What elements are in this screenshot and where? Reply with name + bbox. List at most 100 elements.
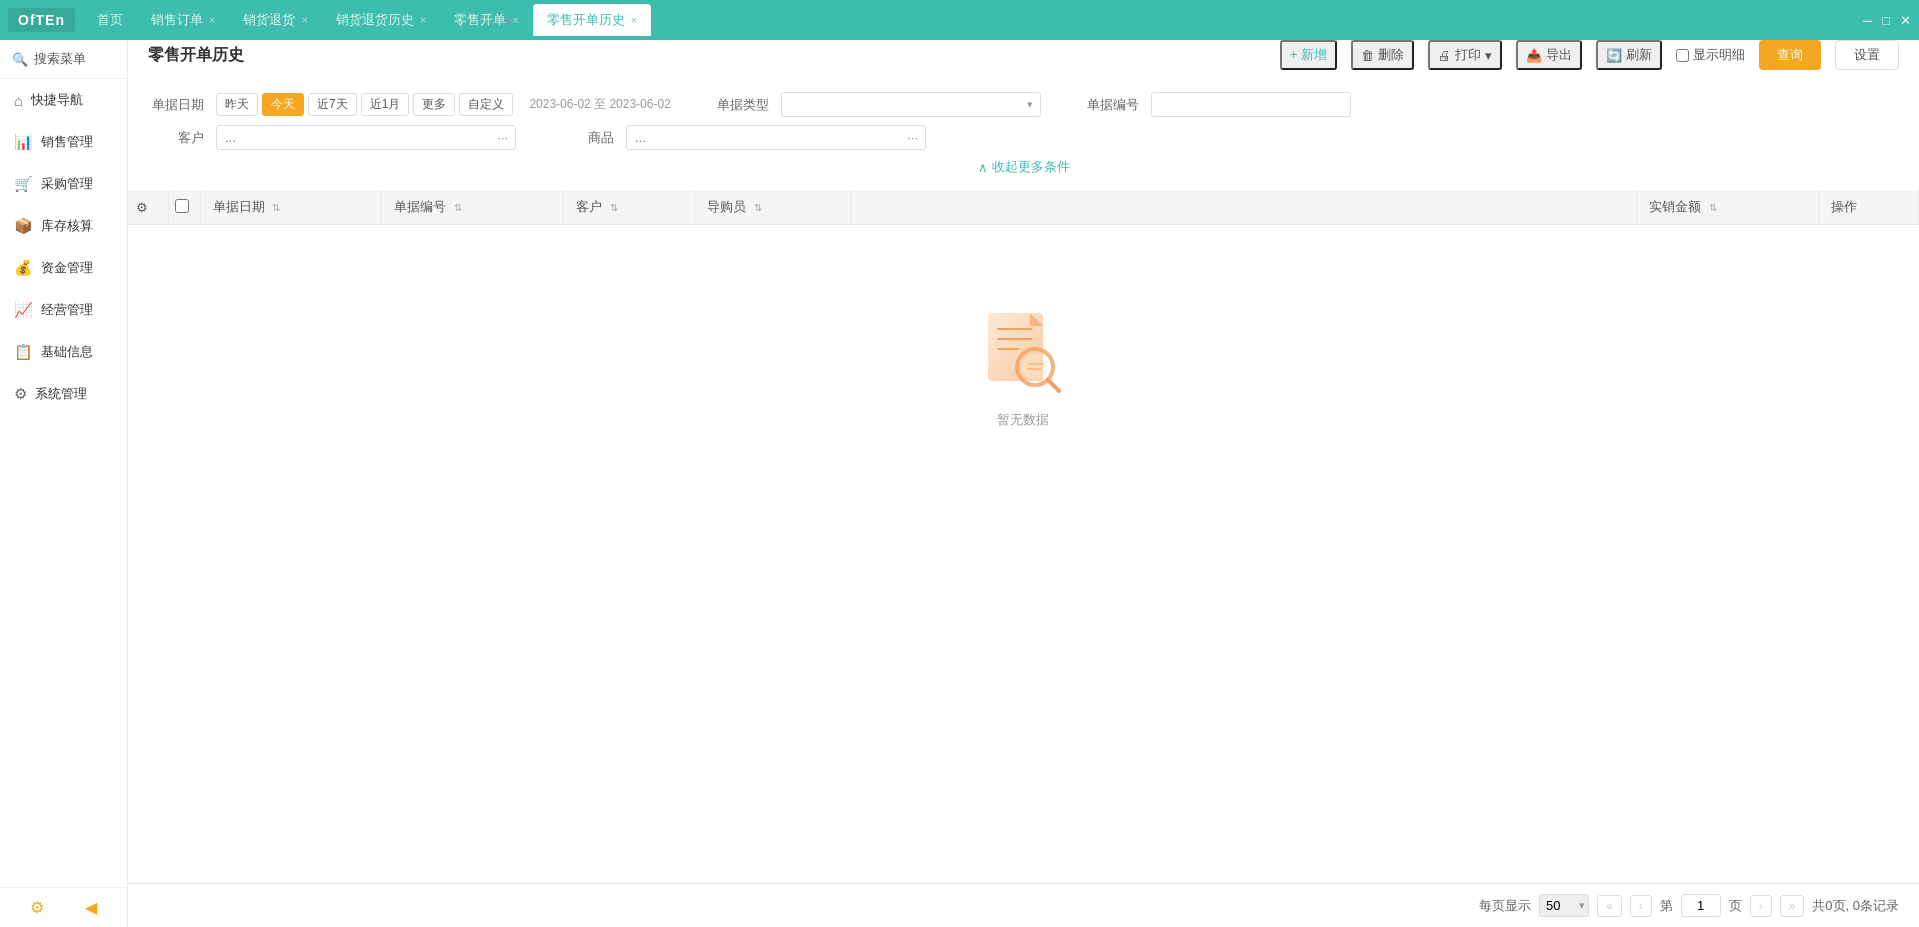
tab-sales-order-close[interactable]: × [209,14,215,26]
sidebar-item-basic-info[interactable]: 📋 基础信息 [0,331,127,373]
add-button[interactable]: + 新增 [1280,40,1337,70]
date-btn-more[interactable]: 更多 [413,93,455,116]
tab-sales-return-close[interactable]: × [301,14,307,26]
print-dropdown-icon: ▾ [1485,48,1492,63]
sidebar-item-inventory[interactable]: 📦 库存核算 [0,205,127,247]
sidebar-search[interactable]: 🔍 搜索菜单 [0,40,127,79]
customer-input-dots: ··· [497,130,508,145]
tab-sales-return-history-close[interactable]: × [420,14,426,26]
minimize-btn[interactable]: ─ [1863,13,1872,28]
display-detail-input[interactable] [1676,49,1689,62]
select-all-checkbox[interactable] [175,199,189,213]
tab-home[interactable]: 首页 [83,4,137,36]
filter-settings-button[interactable]: 设置 [1835,40,1899,70]
date-btn-last1m[interactable]: 近1月 [361,93,410,116]
collapse-btn[interactable]: ∧ 收起更多条件 [978,158,1070,176]
close-btn[interactable]: ✕ [1900,13,1911,28]
col-date: 单据日期 ⇅ [200,190,382,225]
col-order-no-label: 单据编号 [394,199,446,214]
tab-sales-return[interactable]: 销货退货 × [229,4,321,36]
tab-sales-order[interactable]: 销售订单 × [137,4,229,36]
sidebar-collapse-icon[interactable]: ◀ [85,898,97,917]
display-detail-label: 显示明细 [1693,46,1745,64]
order-no-label: 单据编号 [1083,96,1139,114]
display-detail-checkbox[interactable]: 显示明细 [1676,46,1745,64]
sidebar-item-basic-info-label: 基础信息 [41,343,93,361]
prev-page-btn[interactable]: ‹ [1630,895,1652,917]
sidebar-item-purchase-mgmt[interactable]: 🛒 采购管理 [0,163,127,205]
order-type-select[interactable] [781,92,1041,117]
tab-sales-return-history[interactable]: 销货退货历史 × [322,4,440,36]
empty-illustration [973,305,1073,395]
data-table: ⚙ 单据日期 ⇅ 单据编号 ⇅ [128,190,1919,489]
col-actual-amount-sort-icon[interactable]: ⇅ [1709,202,1717,213]
table-header-row: ⚙ 单据日期 ⇅ 单据编号 ⇅ [128,190,1919,225]
first-page-btn[interactable]: « [1597,895,1622,917]
restore-btn[interactable]: □ [1882,13,1890,28]
last-page-btn[interactable]: » [1780,895,1805,917]
print-label: 打印 [1455,46,1481,64]
col-settings[interactable]: ⚙ [128,190,168,225]
page-number-input[interactable] [1681,894,1721,917]
filter-row-1: 单据日期 昨天 今天 近7天 近1月 更多 自定义 2023-06-02 至 2… [148,92,1899,117]
sidebar-settings-icon[interactable]: ⚙ [30,898,44,917]
customer-input-wrap: ··· [216,125,516,150]
date-btn-custom[interactable]: 自定义 [459,93,513,116]
sidebar-item-operations-label: 经营管理 [41,301,93,319]
sidebar-item-system-mgmt[interactable]: ⚙ 系统管理 [0,373,127,415]
tab-retail-open[interactable]: 零售开单 × [440,4,532,36]
order-no-input[interactable] [1151,92,1351,117]
date-btn-yesterday[interactable]: 昨天 [216,93,258,116]
sidebar-item-quick-nav[interactable]: ⌂ 快捷导航 [0,79,127,121]
table-settings-icon[interactable]: ⚙ [136,200,148,215]
date-buttons: 昨天 今天 近7天 近1月 更多 自定义 [216,93,513,116]
total-info: 共0页, 0条记录 [1812,897,1899,915]
next-page-btn[interactable]: › [1750,895,1772,917]
per-page-select[interactable]: 10 20 50 100 [1539,894,1589,917]
delete-icon: 🗑 [1361,48,1374,63]
sidebar-item-sales-mgmt[interactable]: 📊 销售管理 [0,121,127,163]
col-customer-sort-icon[interactable]: ⇅ [610,202,618,213]
delete-button[interactable]: 🗑 删除 [1351,40,1414,70]
filter-area: 单据日期 昨天 今天 近7天 近1月 更多 自定义 2023-06-02 至 2… [148,82,1899,190]
page-suffix-label: 页 [1729,897,1742,915]
date-btn-last7[interactable]: 近7天 [308,93,357,116]
tab-retail-open-label: 零售开单 [454,11,506,29]
sidebar-item-operations[interactable]: 📈 经营管理 [0,289,127,331]
tab-retail-open-history-close[interactable]: × [631,14,637,26]
inventory-icon: 📦 [14,217,33,235]
per-page-select-wrap: 10 20 50 100 ▾ [1539,894,1589,917]
refresh-button[interactable]: 🔄 刷新 [1596,40,1662,70]
date-btn-today[interactable]: 今天 [262,93,304,116]
svg-point-6 [1022,354,1048,380]
export-button[interactable]: 📤 导出 [1516,40,1582,70]
customer-label: 客户 [148,129,204,147]
col-actual-amount: 实销金额 ⇅ [1636,190,1818,225]
sidebar-item-sales-mgmt-label: 销售管理 [41,133,93,151]
sidebar-item-finance[interactable]: 💰 资金管理 [0,247,127,289]
content-area: 零售开单历史 + 新增 🗑 删除 🖨 打印 ▾ 📤 导出 [128,40,1919,927]
per-page-label: 每页显示 [1479,897,1531,915]
col-order-no-sort-icon[interactable]: ⇅ [454,202,462,213]
col-order-no: 单据编号 ⇅ [382,190,564,225]
customer-input[interactable] [216,125,516,150]
tab-retail-open-close[interactable]: × [512,14,518,26]
tab-retail-open-history[interactable]: 零售开单历史 × [533,4,651,36]
refresh-label: 刷新 [1626,46,1652,64]
page-prefix-label: 第 [1660,897,1673,915]
filter-row-2: 客户 ··· 商品 ··· [148,125,1899,150]
tab-retail-open-history-label: 零售开单历史 [547,11,625,29]
page-title: 零售开单历史 [148,45,244,66]
purchase-icon: 🛒 [14,175,33,193]
query-button[interactable]: 查询 [1759,40,1821,70]
col-guide-sort-icon[interactable]: ⇅ [754,202,762,213]
sidebar-bottom: ⚙ ◀ [0,887,127,927]
goods-input[interactable] [626,125,926,150]
toolbar: + 新增 🗑 删除 🖨 打印 ▾ 📤 导出 🔄 [1280,40,1899,70]
print-button[interactable]: 🖨 打印 ▾ [1428,40,1502,70]
order-no-input-wrap [1151,92,1351,117]
col-date-sort-icon[interactable]: ⇅ [272,202,280,213]
date-range-text: 2023-06-02 至 2023-06-02 [529,96,670,113]
tab-home-label: 首页 [97,11,123,29]
print-icon: 🖨 [1438,48,1451,63]
